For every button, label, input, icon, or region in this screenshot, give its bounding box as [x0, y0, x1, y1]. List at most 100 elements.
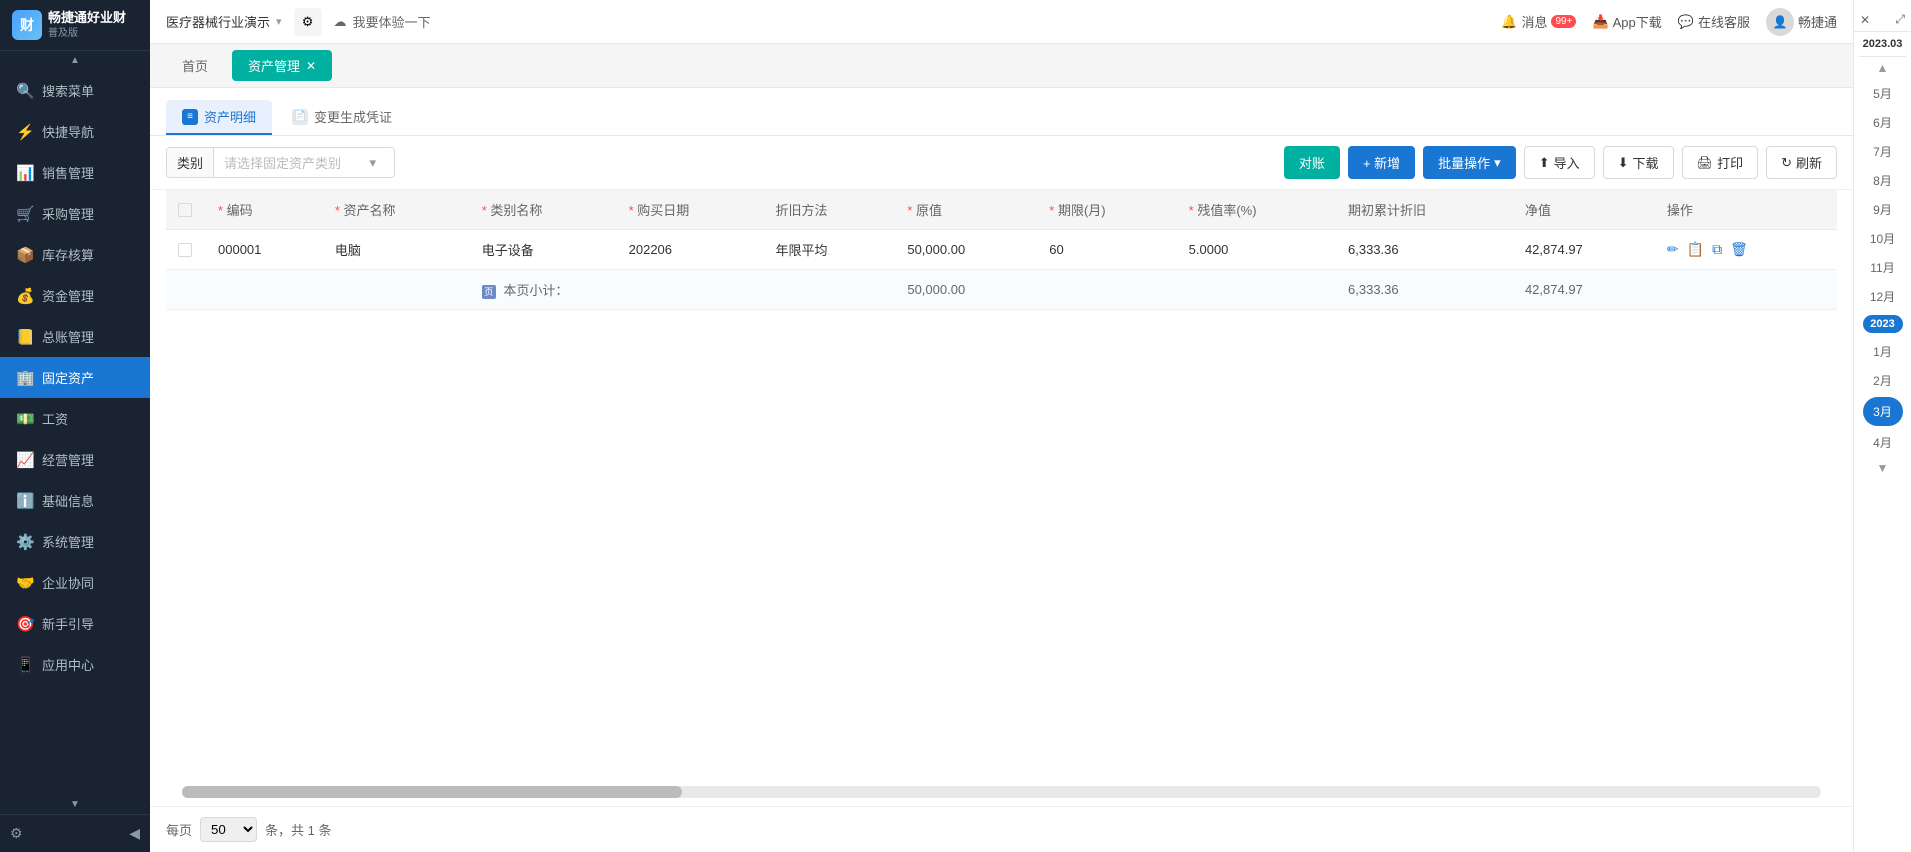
total-text: 条，共 1 条	[265, 820, 331, 839]
cloud-icon: ☁	[334, 14, 347, 30]
download-icon: ⬇	[1618, 155, 1629, 171]
sidebar-item-system[interactable]: ⚙️ 系统管理	[0, 521, 150, 562]
sidebar-item-fixed-assets[interactable]: 🏢 固定资产	[0, 357, 150, 398]
right-panel-header: ✕ ⤢	[1854, 8, 1911, 32]
gear-icon: ⚙	[302, 14, 314, 30]
notifications-btn[interactable]: 🔔 消息 99+	[1501, 12, 1576, 31]
service-icon: 💬	[1678, 14, 1694, 30]
company-selector[interactable]: 医疗器械行业演示 ▾	[166, 12, 282, 31]
download-icon: 📥	[1592, 14, 1608, 30]
sidebar-item-inventory[interactable]: 📦 库存核算	[0, 234, 150, 275]
tab-home[interactable]: 首页	[166, 50, 224, 81]
app-download-btn[interactable]: 📥 App下载	[1592, 12, 1661, 31]
sidebar-item-quick-nav[interactable]: ⚡ 快捷导航	[0, 111, 150, 152]
month-1[interactable]: 1月	[1854, 337, 1911, 366]
sidebar-item-operation[interactable]: 📈 经营管理	[0, 439, 150, 480]
right-panel: ✕ ⤢ 2023.03 ▲ 5月 6月 7月 8月 9月 10月 11月 12月…	[1853, 0, 1911, 852]
category-filter-placeholder: 请选择固定资产类别	[224, 153, 341, 172]
cell-period: 60	[1037, 230, 1176, 270]
batch-operation-label: 批量操作	[1438, 153, 1490, 172]
sidebar-scroll-down[interactable]: ▼	[0, 795, 150, 814]
month-nav-down[interactable]: ▼	[1873, 457, 1893, 479]
close-panel-icon[interactable]: ✕	[1860, 13, 1870, 27]
select-all-checkbox[interactable]	[178, 203, 192, 217]
per-page-select[interactable]: 50 100	[200, 817, 257, 842]
cell-code: 000001	[206, 230, 323, 270]
sidebar-scroll-up[interactable]: ▲	[0, 51, 150, 70]
sales-icon: 📊	[16, 164, 34, 182]
experience-btn[interactable]: ☁ 我要体验一下	[334, 12, 431, 31]
category-dropdown-icon: ▾	[369, 155, 384, 171]
subtotal-row: 页 本页小计： 50,000.00 6,333.36 42,874.97	[166, 270, 1837, 310]
sub-tab-change-voucher[interactable]: 📄 变更生成凭证	[276, 100, 408, 135]
month-12[interactable]: 12月	[1854, 282, 1911, 311]
online-service-btn[interactable]: 💬 在线客服	[1678, 12, 1750, 31]
asset-detail-tab-icon: ≡	[182, 109, 198, 125]
refresh-button[interactable]: ↻ 刷新	[1766, 146, 1837, 179]
month-8[interactable]: 8月	[1854, 166, 1911, 195]
reconcile-button[interactable]: 对账	[1284, 146, 1340, 179]
sidebar-item-wage[interactable]: 💵 工资	[0, 398, 150, 439]
category-filter-input[interactable]: 请选择固定资产类别 ▾	[214, 148, 394, 177]
topbar-settings-btn[interactable]: ⚙	[294, 8, 322, 36]
page-content: ≡ 资产明细 📄 变更生成凭证 类别 请选择固定资产类别 ▾	[150, 88, 1853, 852]
scrollbar-area	[150, 778, 1853, 806]
sidebar-nav: 🔍 搜索菜单 ⚡ 快捷导航 📊 销售管理 🛒 采购管理 📦 库存核算 💰	[0, 70, 150, 795]
sidebar-item-guide[interactable]: 🎯 新手引导	[0, 603, 150, 644]
month-11[interactable]: 11月	[1854, 253, 1911, 282]
collapse-icon[interactable]: ◀	[129, 825, 140, 842]
toolbar-right: 对账 + 新增 批量操作 ▾ ⬆ 导入 ⬇ 下载 🖨	[1284, 146, 1837, 179]
operation-icon: 📈	[16, 451, 34, 469]
row-select-checkbox[interactable]	[178, 243, 192, 257]
month-4[interactable]: 4月	[1854, 428, 1911, 457]
clone-icon[interactable]: ⧉	[1712, 241, 1722, 258]
sidebar-item-purchase[interactable]: 🛒 采购管理	[0, 193, 150, 234]
delete-icon[interactable]: 🗑	[1730, 241, 1748, 258]
toolbar-left: 类别 请选择固定资产类别 ▾	[166, 147, 395, 178]
main-content: 医疗器械行业演示 ▾ ⚙ ☁ 我要体验一下 🔔 消息 99+ 📥 App下载	[150, 0, 1853, 852]
print-button[interactable]: 🖨 打印	[1682, 146, 1759, 179]
basic-info-icon: ℹ️	[16, 492, 34, 510]
cell-depreciation-method: 年限平均	[764, 230, 896, 270]
month-9[interactable]: 9月	[1854, 195, 1911, 224]
month-6[interactable]: 6月	[1854, 108, 1911, 137]
horizontal-scrollbar[interactable]	[182, 786, 1821, 798]
download-button[interactable]: ⬇ 下载	[1603, 146, 1674, 179]
sub-tab-asset-detail[interactable]: ≡ 资产明细	[166, 100, 272, 135]
batch-dropdown-icon: ▾	[1494, 155, 1501, 171]
edit-icon[interactable]: ✏	[1667, 241, 1679, 258]
sidebar-label-quick-nav: 快捷导航	[42, 122, 94, 141]
sidebar-item-basic-info[interactable]: ℹ️ 基础信息	[0, 480, 150, 521]
copy-icon[interactable]: 📋	[1687, 241, 1704, 258]
user-menu[interactable]: 👤 畅捷通	[1766, 8, 1837, 36]
sidebar-item-app-center[interactable]: 📱 应用中心	[0, 644, 150, 685]
sidebar-item-fund[interactable]: 💰 资金管理	[0, 275, 150, 316]
year-month-label: 2023.03	[1859, 32, 1907, 57]
sidebar-item-sales[interactable]: 📊 销售管理	[0, 152, 150, 193]
month-nav-up[interactable]: ▲	[1873, 57, 1893, 79]
col-period: 期限(月)	[1037, 190, 1176, 230]
month-7[interactable]: 7月	[1854, 137, 1911, 166]
batch-operation-button[interactable]: 批量操作 ▾	[1423, 146, 1516, 179]
month-3-current[interactable]: 3月	[1863, 397, 1903, 426]
tab-close-icon[interactable]: ✕	[306, 59, 316, 73]
col-depreciation-method: 折旧方法	[764, 190, 896, 230]
expand-panel-icon[interactable]: ⤢	[1895, 12, 1905, 27]
settings-icon[interactable]: ⚙	[10, 825, 23, 842]
sidebar-item-search[interactable]: 🔍 搜索菜单	[0, 70, 150, 111]
month-5[interactable]: 5月	[1854, 79, 1911, 108]
sub-tabbar: ≡ 资产明细 📄 变更生成凭证	[150, 88, 1853, 136]
new-button[interactable]: + 新增	[1348, 146, 1415, 179]
sidebar-item-ledger[interactable]: 📒 总账管理	[0, 316, 150, 357]
print-icon: 🖨	[1697, 155, 1714, 171]
tab-asset-management[interactable]: 资产管理 ✕	[232, 50, 332, 81]
sidebar-item-enterprise[interactable]: 🤝 企业协同	[0, 562, 150, 603]
month-10[interactable]: 10月	[1854, 224, 1911, 253]
import-button[interactable]: ⬆ 导入	[1524, 146, 1595, 179]
month-2[interactable]: 2月	[1854, 366, 1911, 395]
sidebar-label-basic-info: 基础信息	[42, 491, 94, 510]
cell-purchase-date: 202206	[617, 230, 764, 270]
toolbar: 类别 请选择固定资产类别 ▾ 对账 + 新增 批量操作 ▾	[150, 136, 1853, 190]
scroll-thumb[interactable]	[182, 786, 682, 798]
cell-category: 电子设备	[470, 230, 617, 270]
